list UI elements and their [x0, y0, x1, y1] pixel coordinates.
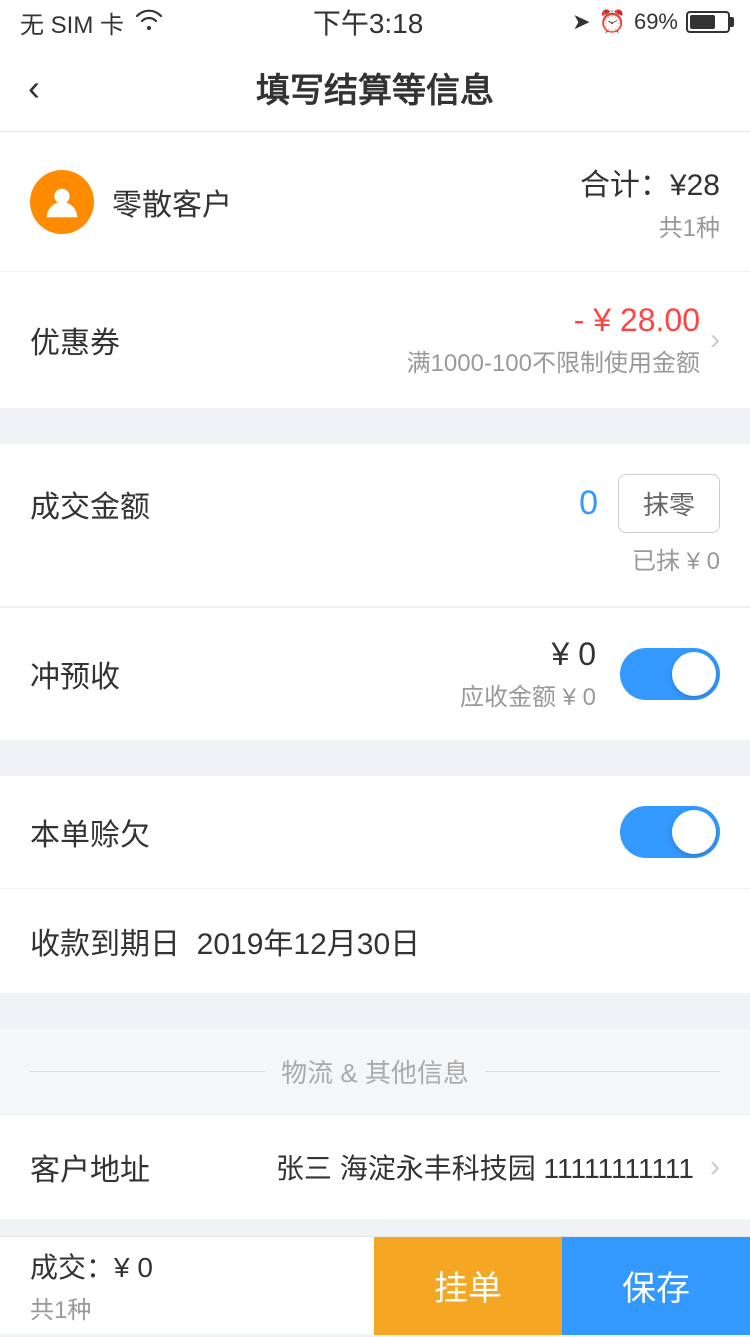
back-button[interactable]: ‹ [28, 67, 40, 109]
prepay-right: ¥ 0 应收金额 ¥ 0 [460, 636, 720, 712]
arrears-section: 本单赊欠 [0, 776, 750, 888]
address-value: 张三 海淀永丰科技园 11111111111 [180, 1147, 694, 1187]
arrears-toggle[interactable] [620, 806, 720, 858]
deal-section: 成交金额 0 抹零 已抹 ¥ 0 [0, 444, 750, 607]
customer-row: 零散客户 合计：¥28 共1种 [0, 132, 750, 271]
coupon-right: - ¥ 28.00 满1000-100不限制使用金额 › [407, 302, 720, 378]
customer-card: 零散客户 合计：¥28 共1种 优惠券 - ¥ 28.00 满1000-100不… [0, 132, 750, 408]
arrears-toggle-knob [672, 810, 716, 854]
prepay-sub: 应收金额 ¥ 0 [460, 677, 596, 712]
deal-amount: 0 [579, 484, 598, 523]
address-label: 客户地址 [30, 1145, 150, 1189]
prepay-toggle[interactable] [620, 648, 720, 700]
battery-percent: 69% [634, 9, 678, 35]
deal-label: 成交金额 [30, 482, 150, 526]
content: 零散客户 合计：¥28 共1种 优惠券 - ¥ 28.00 满1000-100不… [0, 132, 750, 1337]
prepay-values: ¥ 0 应收金额 ¥ 0 [460, 636, 596, 712]
deal-row: 成交金额 0 抹零 [30, 474, 720, 533]
bottom-summary: 成交：¥ 0 共1种 [0, 1246, 374, 1325]
logistics-divider [0, 1011, 750, 1029]
carrier-label: 无 SIM 卡 [20, 5, 124, 40]
logistics-title: 物流 & 其他信息 [281, 1053, 469, 1090]
chevron-right-icon: › [710, 323, 720, 357]
bottom-count: 共1种 [30, 1290, 344, 1325]
prepay-label: 冲预收 [30, 652, 120, 696]
round-button[interactable]: 抹零 [618, 474, 720, 533]
status-left: 无 SIM 卡 [20, 5, 164, 40]
address-row[interactable]: 客户地址 张三 海淀永丰科技园 11111111111 › [0, 1114, 750, 1219]
due-date-section: 收款到期日 2019年12月30日 [0, 888, 750, 993]
coupon-value: - ¥ 28.00 满1000-100不限制使用金额 [407, 302, 700, 378]
total-amount: 合计：¥28 [580, 160, 720, 204]
deal-sub: 已抹 ¥ 0 [30, 541, 720, 576]
user-icon [43, 183, 81, 221]
prepay-section: 冲预收 ¥ 0 应收金额 ¥ 0 [0, 607, 750, 740]
nav-bar: ‹ 填写结算等信息 [0, 44, 750, 132]
total-count: 共1种 [580, 208, 720, 243]
customer-left: 零散客户 [30, 170, 232, 234]
save-button[interactable]: 保存 [562, 1237, 750, 1335]
address-chevron-icon: › [710, 1150, 720, 1184]
arrears-card: 本单赊欠 收款到期日 2019年12月30日 [0, 776, 750, 993]
arrears-label: 本单赊欠 [30, 810, 150, 854]
status-bar: 无 SIM 卡 下午3:18 ➤ ⏰ 69% [0, 0, 750, 44]
page-title: 填写结算等信息 [256, 63, 494, 112]
section-divider-2 [0, 758, 750, 776]
pending-button[interactable]: 挂单 [374, 1237, 562, 1335]
battery-icon [686, 11, 730, 33]
status-right: ➤ ⏰ 69% [572, 9, 730, 35]
coupon-discount: - ¥ 28.00 [407, 302, 700, 339]
customer-right: 合计：¥28 共1种 [580, 160, 720, 243]
due-date-label: 收款到期日 2019年12月30日 [30, 928, 420, 961]
wifi-icon [134, 8, 164, 37]
alarm-icon: ⏰ [599, 9, 626, 35]
bottom-deal-amount: ¥ 0 [114, 1252, 153, 1283]
address-card: 客户地址 张三 海淀永丰科技园 11111111111 › [0, 1114, 750, 1219]
deal-right: 0 抹零 [579, 474, 720, 533]
coupon-row[interactable]: 优惠券 - ¥ 28.00 满1000-100不限制使用金额 › [0, 271, 750, 408]
section-divider-1 [0, 426, 750, 444]
customer-name: 零散客户 [112, 180, 232, 224]
logistics-header: 物流 & 其他信息 [0, 1029, 750, 1114]
prepay-amount: ¥ 0 [460, 636, 596, 673]
bottom-bar: 成交：¥ 0 共1种 挂单 保存 [0, 1236, 750, 1334]
logistics-line-right [485, 1071, 720, 1072]
bottom-deal-label: 成交： [30, 1252, 114, 1283]
coupon-desc: 满1000-100不限制使用金额 [407, 343, 700, 378]
time-label: 下午3:18 [313, 2, 424, 42]
coupon-label: 优惠券 [30, 318, 120, 362]
logistics-line-left [30, 1071, 265, 1072]
avatar [30, 170, 94, 234]
location-icon: ➤ [572, 9, 590, 35]
deal-card: 成交金额 0 抹零 已抹 ¥ 0 冲预收 ¥ 0 应收金额 ¥ 0 [0, 444, 750, 740]
toggle-knob [672, 652, 716, 696]
bottom-deal-row: 成交：¥ 0 [30, 1246, 344, 1286]
